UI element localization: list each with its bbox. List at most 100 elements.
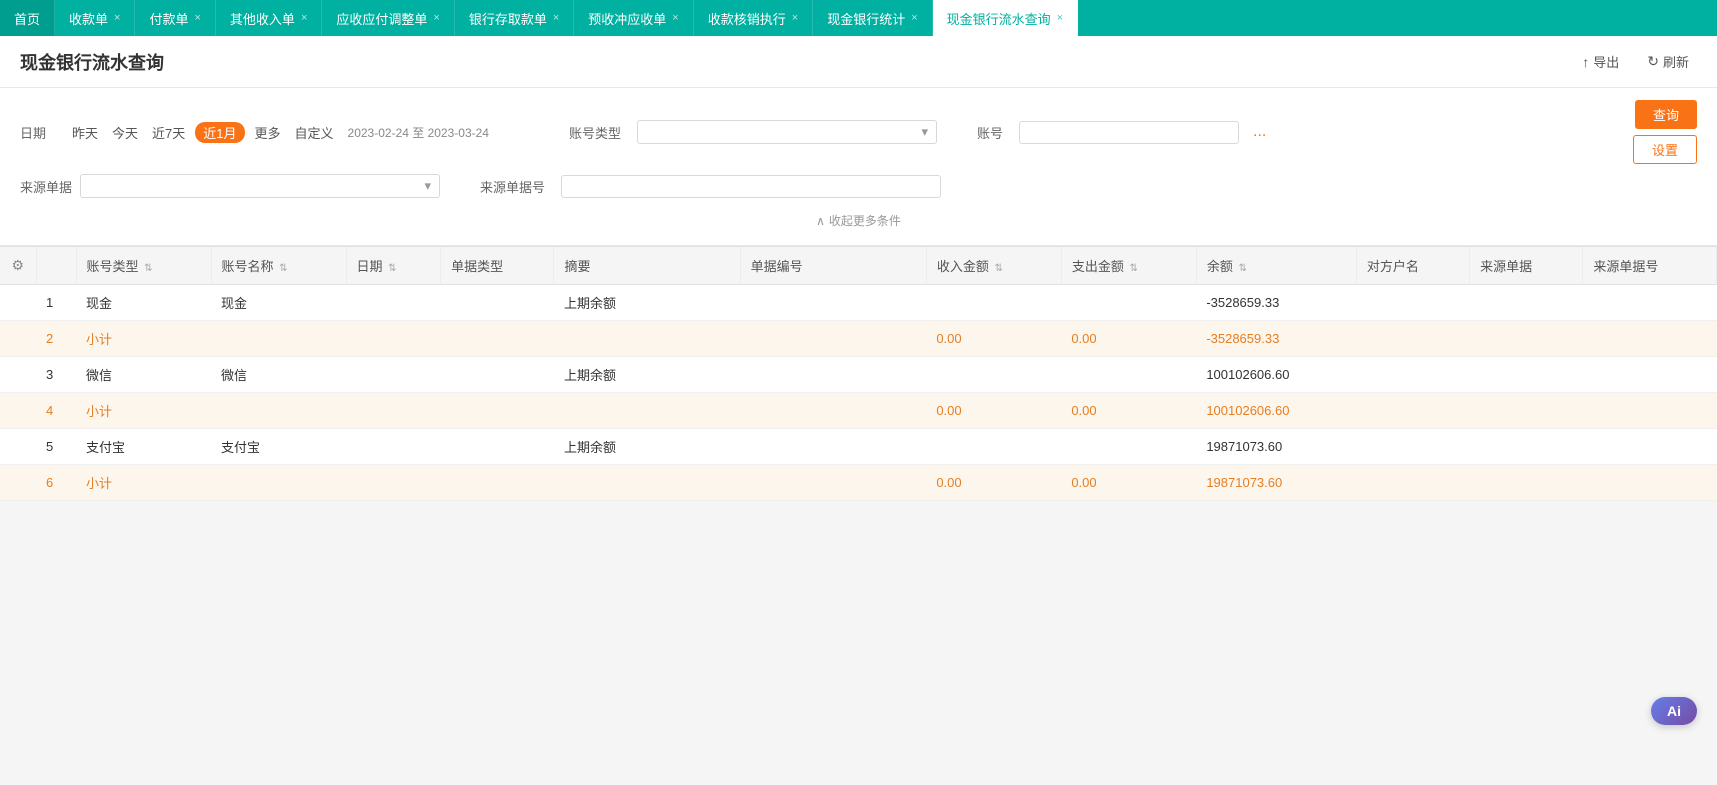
cell-doc-type — [441, 285, 554, 321]
query-button[interactable]: 查询 — [1635, 100, 1697, 129]
cell-income — [926, 285, 1061, 321]
export-button[interactable]: ↑ 导出 — [1574, 48, 1627, 75]
cell-source-doc — [1470, 357, 1583, 393]
cell-counterparty — [1356, 285, 1469, 321]
account-dots-button[interactable]: ... — [1247, 123, 1272, 141]
col-income[interactable]: 收入金额 ⇅ — [926, 247, 1061, 285]
source-doc-chevron-icon: ▾ — [424, 178, 431, 194]
close-cash-stat-icon[interactable]: × — [911, 12, 917, 24]
table-row[interactable]: 5 支付宝 支付宝 上期余额 19871073.60 — [0, 429, 1717, 465]
close-payment-icon[interactable]: × — [194, 12, 200, 24]
top-navigation: 首页 收款单 × 付款单 × 其他收入单 × 应收应付调整单 × 银行存取款单 … — [0, 0, 1717, 36]
cell-date — [346, 465, 441, 501]
table-header-row: ⚙ 账号类型 ⇅ 账号名称 ⇅ 日期 ⇅ 单据类型 摘要 单据编号 收入金额 ⇅… — [0, 247, 1717, 285]
date-filter-label: 日期 — [20, 123, 60, 142]
shortcut-7days[interactable]: 近7天 — [148, 122, 189, 143]
table-row[interactable]: 2 小计 0.00 0.00 -3528659.33 — [0, 321, 1717, 357]
nav-label-home: 首页 — [14, 9, 40, 28]
cell-date — [346, 321, 441, 357]
close-bank-deposit-icon[interactable]: × — [553, 12, 559, 24]
cell-counterparty — [1356, 393, 1469, 429]
cell-balance: -3528659.33 — [1196, 321, 1356, 357]
shortcut-today[interactable]: 今天 — [108, 122, 142, 143]
close-prepaid-icon[interactable]: × — [672, 12, 678, 24]
cell-index: 6 — [36, 465, 76, 501]
close-cash-query-icon[interactable]: × — [1057, 12, 1063, 24]
nav-item-other-income[interactable]: 其他收入单 × — [216, 0, 322, 36]
close-receipt-icon[interactable]: × — [114, 12, 120, 24]
close-other-income-icon[interactable]: × — [301, 12, 307, 24]
cell-income: 0.00 — [926, 393, 1061, 429]
source-doc-select[interactable]: ▾ — [80, 174, 440, 198]
sort-date-icon: ⇅ — [388, 263, 396, 274]
cell-account-name: 支付宝 — [211, 429, 346, 465]
col-source-doc: 来源单据 — [1470, 247, 1583, 285]
nav-label-ar-ap: 应收应付调整单 — [336, 9, 427, 28]
account-type-label: 账号类型 — [569, 123, 621, 142]
cell-account-name — [211, 393, 346, 429]
nav-item-receipt-verify[interactable]: 收款核销执行 × — [694, 0, 813, 36]
nav-item-payment[interactable]: 付款单 × — [135, 0, 215, 36]
nav-item-home[interactable]: 首页 — [0, 0, 55, 36]
cell-summary — [554, 321, 740, 357]
cell-doc-type — [441, 393, 554, 429]
col-date[interactable]: 日期 ⇅ — [346, 247, 441, 285]
cell-source-doc-no — [1583, 357, 1717, 393]
nav-item-cash-query[interactable]: 现金银行流水查询 × — [933, 0, 1078, 36]
table-row[interactable]: 3 微信 微信 上期余额 100102606.60 — [0, 357, 1717, 393]
nav-item-ar-ap-adjust[interactable]: 应收应付调整单 × — [322, 0, 454, 36]
source-doc-no-label: 来源单据号 — [480, 177, 545, 196]
account-label: 账号 — [977, 123, 1003, 142]
col-doc-type: 单据类型 — [441, 247, 554, 285]
account-type-select[interactable]: ▾ — [637, 120, 937, 144]
nav-label-receipt: 收款单 — [69, 9, 108, 28]
cell-doc-no — [740, 357, 926, 393]
ai-button[interactable]: Ai — [1651, 697, 1697, 725]
nav-item-cash-stat[interactable]: 现金银行统计 × — [813, 0, 932, 36]
col-expense[interactable]: 支出金额 ⇅ — [1061, 247, 1196, 285]
table-row[interactable]: 1 现金 现金 上期余额 -3528659.33 — [0, 285, 1717, 321]
cell-summary — [554, 393, 740, 429]
cell-index: 3 — [36, 357, 76, 393]
col-account-name[interactable]: 账号名称 ⇅ — [211, 247, 346, 285]
shortcut-custom[interactable]: 自定义 — [291, 122, 338, 143]
refresh-button[interactable]: ↻ 刷新 — [1639, 48, 1697, 75]
cell-doc-type — [441, 429, 554, 465]
settings-button[interactable]: 设置 — [1633, 135, 1697, 164]
cell-summary: 上期余额 — [554, 429, 740, 465]
col-settings[interactable]: ⚙ — [0, 247, 36, 285]
col-source-doc-no: 来源单据号 — [1583, 247, 1717, 285]
filter-area: 日期 昨天 今天 近7天 近1月 更多 自定义 2023-02-24 至 202… — [0, 88, 1717, 246]
table-row[interactable]: 4 小计 0.00 0.00 100102606.60 — [0, 393, 1717, 429]
nav-item-bank-deposit[interactable]: 银行存取款单 × — [455, 0, 574, 36]
col-balance[interactable]: 余额 ⇅ — [1196, 247, 1356, 285]
cell-account-type: 小计 — [76, 465, 211, 501]
shortcut-yesterday[interactable]: 昨天 — [68, 122, 102, 143]
table-body: 1 现金 现金 上期余额 -3528659.33 2 小计 0.00 0.00 … — [0, 285, 1717, 501]
source-doc-no-input[interactable] — [561, 175, 941, 198]
table-settings-icon[interactable]: ⚙ — [11, 257, 24, 273]
cell-account-type: 小计 — [76, 393, 211, 429]
collapse-label: 收起更多条件 — [829, 212, 901, 229]
refresh-label: 刷新 — [1663, 52, 1689, 71]
cell-account-type: 微信 — [76, 357, 211, 393]
shortcut-1month[interactable]: 近1月 — [195, 122, 244, 143]
close-receipt-verify-icon[interactable]: × — [792, 12, 798, 24]
shortcut-more[interactable]: 更多 — [251, 122, 285, 143]
cell-expense — [1061, 357, 1196, 393]
collapse-bar[interactable]: ∧ 收起更多条件 — [20, 208, 1697, 237]
date-shortcuts: 昨天 今天 近7天 近1月 更多 自定义 — [68, 122, 338, 143]
cell-date — [346, 429, 441, 465]
col-account-type[interactable]: 账号类型 ⇅ — [76, 247, 211, 285]
nav-label-bank-deposit: 银行存取款单 — [469, 9, 547, 28]
cell-balance: 100102606.60 — [1196, 393, 1356, 429]
cell-account-name: 微信 — [211, 357, 346, 393]
nav-item-prepaid[interactable]: 预收冲应收单 × — [574, 0, 693, 36]
cell-doc-no — [740, 429, 926, 465]
page-header: 现金银行流水查询 ↑ 导出 ↻ 刷新 — [0, 36, 1717, 88]
close-ar-ap-icon[interactable]: × — [433, 12, 439, 24]
account-input[interactable] — [1019, 121, 1239, 144]
table-row[interactable]: 6 小计 0.00 0.00 19871073.60 — [0, 465, 1717, 501]
nav-item-receipt[interactable]: 收款单 × — [55, 0, 135, 36]
export-icon: ↑ — [1582, 54, 1589, 70]
